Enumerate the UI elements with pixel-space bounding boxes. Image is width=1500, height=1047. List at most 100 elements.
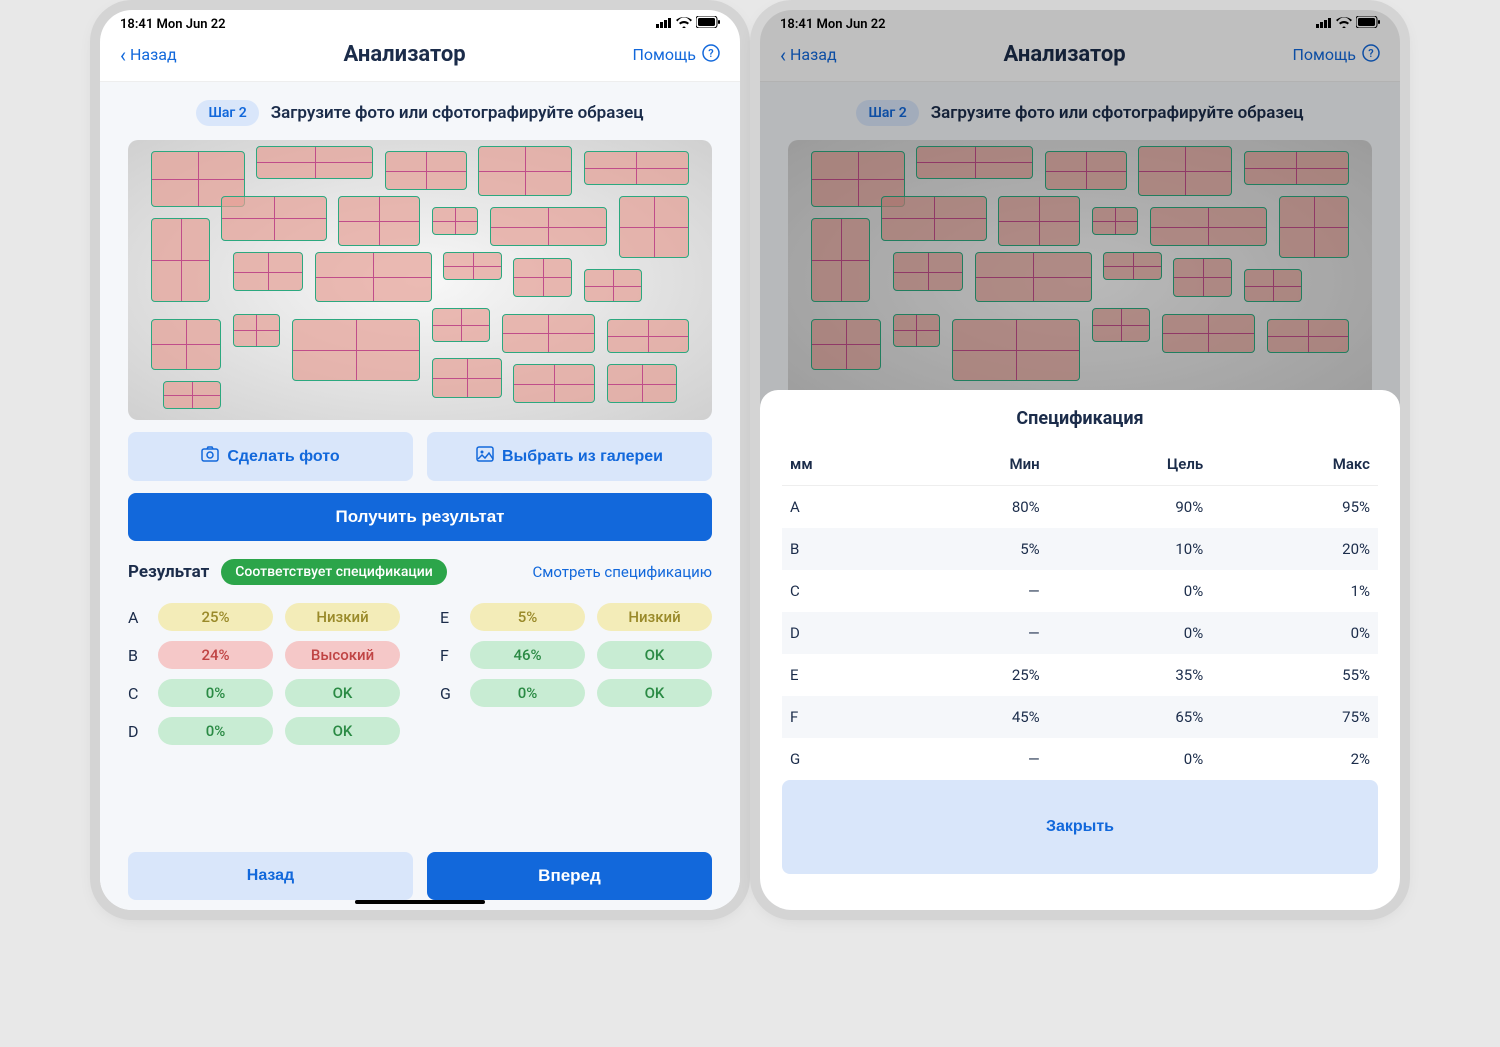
result-label: E	[440, 608, 458, 627]
home-indicator[interactable]	[355, 900, 485, 904]
spec-min: —	[903, 612, 1048, 654]
spec-max: 0%	[1211, 612, 1378, 654]
result-row: G0%OK	[440, 679, 712, 707]
spec-target: 0%	[1048, 570, 1212, 612]
help-icon: ?	[702, 44, 720, 66]
col-max: Макс	[1211, 443, 1378, 486]
nav-help-label: Помощь	[1293, 45, 1356, 64]
table-row: G—0%2%	[782, 738, 1378, 780]
signal-icon	[1316, 17, 1332, 32]
signal-icon	[656, 17, 672, 32]
result-row: D0%OK	[128, 717, 400, 745]
status-icons	[656, 16, 720, 32]
sample-image[interactable]	[788, 140, 1372, 420]
result-header: Результат Соответствует спецификации Смо…	[128, 559, 712, 585]
result-row: E 5% Низкий	[440, 603, 712, 631]
battery-icon	[1356, 16, 1380, 32]
col-min: Мин	[903, 443, 1048, 486]
result-value: 5%	[470, 603, 585, 631]
table-row: E25%35%55%	[782, 654, 1378, 696]
spec-label: E	[782, 654, 903, 696]
result-title: Результат	[128, 562, 209, 582]
close-sheet-button[interactable]: Закрыть	[782, 780, 1378, 874]
results-grid: A 25% Низкий E 5% Низкий B 24% Высокий F46%OK C 0% O…	[128, 603, 712, 745]
status-bar: 18:41 Mon Jun 22	[760, 10, 1400, 34]
nav-help-button[interactable]: Помощь ?	[633, 44, 720, 66]
spec-target: 35%	[1048, 654, 1212, 696]
tablet-spec-sheet: 18:41 Mon Jun 22 ‹ Назад Анализатор Помо…	[760, 10, 1400, 910]
nav-back-button[interactable]: ‹ Назад	[780, 45, 837, 65]
page-title: Анализатор	[343, 42, 465, 67]
status-icons	[1316, 16, 1380, 32]
result-row: B 24% Высокий	[128, 641, 400, 669]
result-row: A 25% Низкий	[128, 603, 400, 631]
chevron-left-icon: ‹	[120, 45, 126, 65]
step-row: Шаг 2 Загрузите фото или сфотографируйте…	[788, 100, 1372, 126]
result-status: Низкий	[597, 603, 712, 631]
camera-icon	[201, 446, 219, 467]
result-value: 0%	[470, 679, 585, 707]
footer-nav: Назад Вперед	[128, 852, 712, 900]
nav-help-label: Помощь	[633, 45, 696, 64]
result-row: C 0% OK	[128, 679, 400, 707]
spec-target: 0%	[1048, 738, 1212, 780]
status-time: 18:41 Mon Jun 22	[120, 17, 226, 32]
get-result-button[interactable]: Получить результат	[128, 493, 712, 541]
nav-help-button[interactable]: Помощь ?	[1293, 44, 1380, 66]
spec-max: 20%	[1211, 528, 1378, 570]
help-icon: ?	[1362, 44, 1380, 66]
table-row: C—0%1%	[782, 570, 1378, 612]
result-status: OK	[285, 679, 400, 707]
spec-min: —	[903, 570, 1048, 612]
spec-max: 75%	[1211, 696, 1378, 738]
spec-target: 65%	[1048, 696, 1212, 738]
result-value: 25%	[158, 603, 273, 631]
result-value: 0%	[158, 679, 273, 707]
table-row: B5%10%20%	[782, 528, 1378, 570]
spec-table: мм Мин Цель Макс A80%90%95%B5%10%20%C—0%…	[782, 443, 1378, 780]
result-row: F46%OK	[440, 641, 712, 669]
photo-buttons: Сделать фото Выбрать из галереи	[128, 432, 712, 481]
sheet-title: Спецификация	[782, 408, 1378, 429]
nav-back-button[interactable]: ‹ Назад	[120, 45, 177, 65]
spec-min: —	[903, 738, 1048, 780]
wifi-icon	[1336, 17, 1352, 32]
spec-label: F	[782, 696, 903, 738]
result-label: A	[128, 608, 146, 627]
step-badge: Шаг 2	[196, 100, 258, 126]
result-status: Высокий	[285, 641, 400, 669]
nav-back-label: Назад	[130, 45, 177, 64]
spec-max: 55%	[1211, 654, 1378, 696]
view-spec-link[interactable]: Смотреть спецификацию	[533, 563, 713, 581]
spec-target: 90%	[1048, 486, 1212, 529]
take-photo-button[interactable]: Сделать фото	[128, 432, 413, 481]
take-photo-label: Сделать фото	[227, 448, 339, 466]
result-value: 24%	[158, 641, 273, 669]
result-label: C	[128, 684, 146, 703]
nav-back-label: Назад	[790, 45, 837, 64]
status-bar: 18:41 Mon Jun 22	[100, 10, 740, 34]
table-row: D—0%0%	[782, 612, 1378, 654]
step-text: Загрузите фото или сфотографируйте образ…	[271, 103, 644, 123]
result-status: Низкий	[285, 603, 400, 631]
gallery-label: Выбрать из галереи	[502, 448, 663, 466]
spec-label: C	[782, 570, 903, 612]
spec-max: 95%	[1211, 486, 1378, 529]
gallery-button[interactable]: Выбрать из галереи	[427, 432, 712, 481]
result-value: 46%	[470, 641, 585, 669]
spec-label: G	[782, 738, 903, 780]
spec-min: 25%	[903, 654, 1048, 696]
col-unit: мм	[782, 443, 903, 486]
battery-icon	[696, 16, 720, 32]
col-target: Цель	[1048, 443, 1212, 486]
step-badge: Шаг 2	[856, 100, 918, 126]
spec-min: 80%	[903, 486, 1048, 529]
sample-image[interactable]	[128, 140, 712, 420]
status-time: 18:41 Mon Jun 22	[780, 17, 886, 32]
spec-max: 1%	[1211, 570, 1378, 612]
result-label: B	[128, 646, 146, 665]
footer-forward-button[interactable]: Вперед	[427, 852, 712, 900]
result-label: G	[440, 684, 458, 703]
spec-label: D	[782, 612, 903, 654]
footer-back-button[interactable]: Назад	[128, 852, 413, 900]
